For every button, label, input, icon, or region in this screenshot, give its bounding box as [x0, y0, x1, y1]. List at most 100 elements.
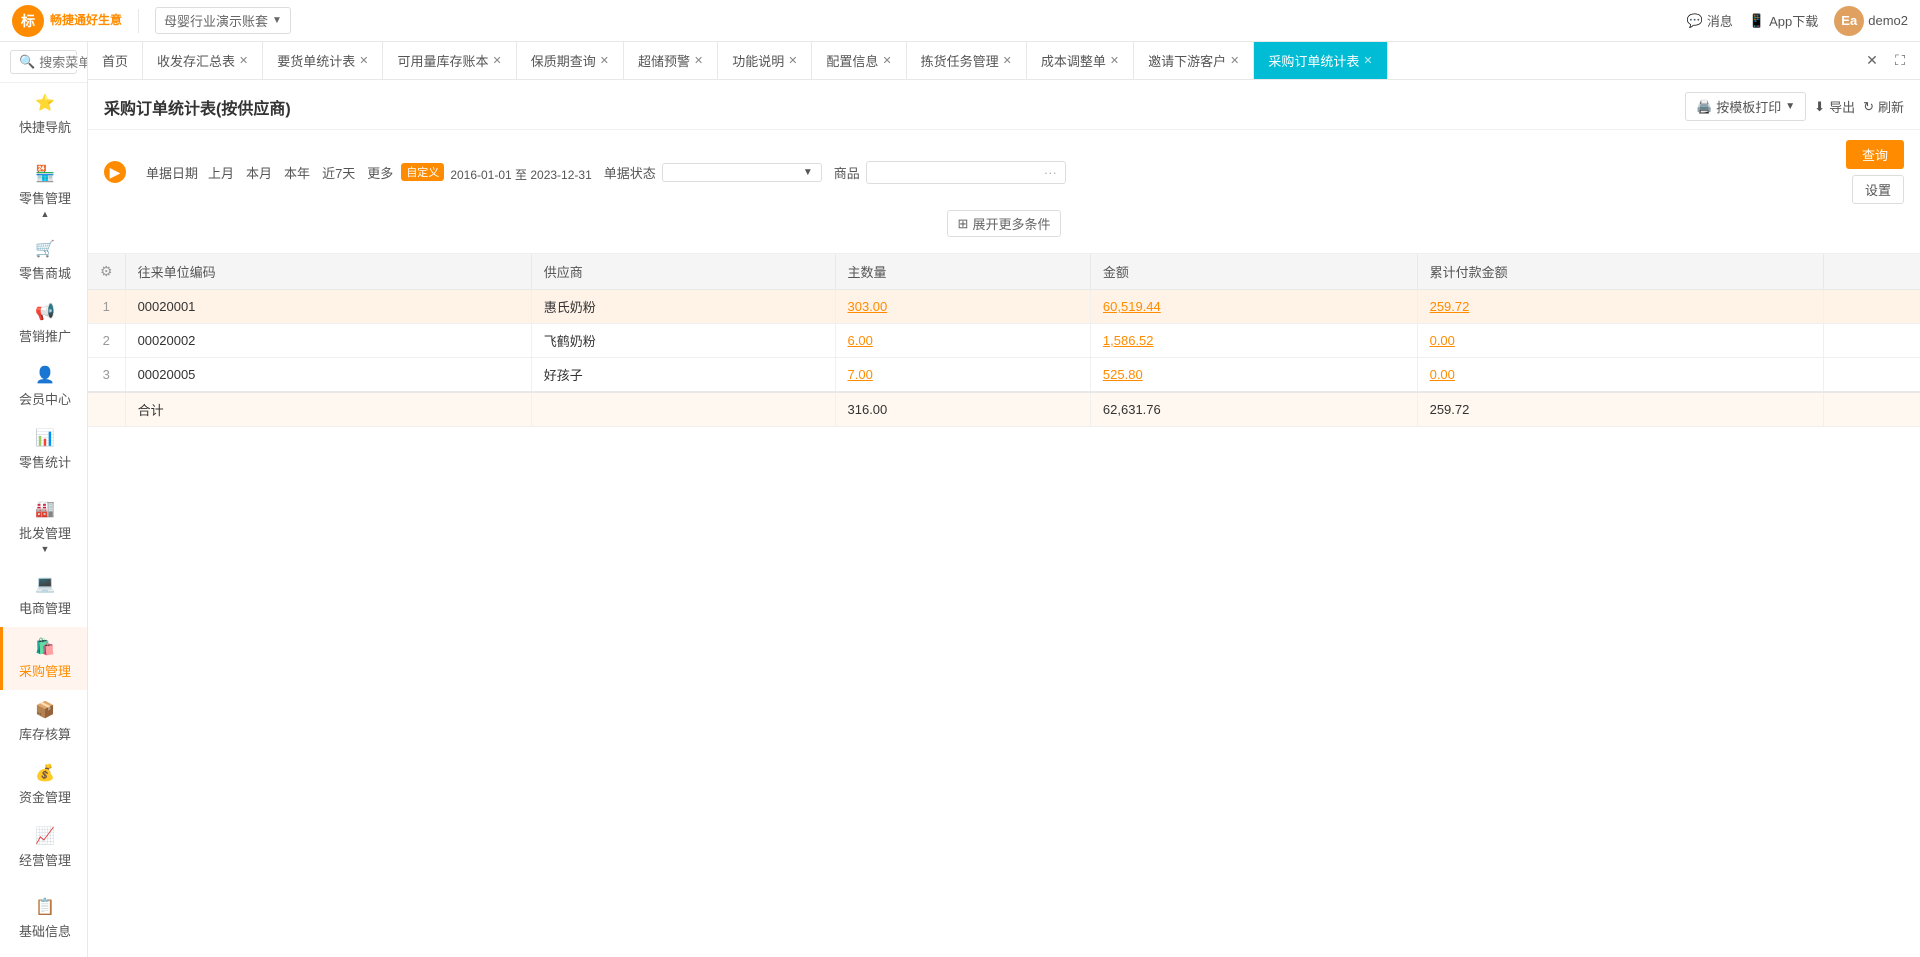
table-row: 2 00020002 飞鹤奶粉 6.00 1,586.52 0.00	[88, 324, 1920, 358]
sidebar-item-system[interactable]: ⚙️ 系统管理	[0, 950, 87, 957]
purchase-icon: 🛍️	[35, 637, 55, 657]
filter-toggle-button[interactable]: ▶	[104, 161, 126, 183]
tab-overstock[interactable]: 超储预警 ✕	[624, 42, 718, 80]
tab-home[interactable]: 首页	[88, 42, 143, 80]
sidebar-item-inventory[interactable]: 📦 库存核算	[0, 690, 87, 753]
date-custom-tag[interactable]: 自定义	[401, 163, 444, 181]
row-qty: 303.00	[835, 290, 1090, 324]
tab-close-all-button[interactable]: ✕	[1860, 49, 1884, 73]
retail-mgmt-icon: 🏪	[35, 164, 55, 184]
th-qty: 主数量	[835, 254, 1090, 290]
row-supplier: 好孩子	[531, 358, 835, 393]
retail-mgmt-arrow: ▲	[41, 209, 50, 219]
export-button[interactable]: ⬇ 导出	[1814, 97, 1855, 116]
tab-purchase-order-summary-label: 采购订单统计表	[1268, 51, 1359, 70]
workspace-selector[interactable]: 母婴行业演示账套 ▼	[155, 7, 291, 34]
tab-available-stock[interactable]: 可用量库存账本 ✕	[383, 42, 516, 80]
top-bar-left: 标 畅捷通好生意 母婴行业演示账套 ▼	[12, 5, 291, 37]
tab-available-stock-close[interactable]: ✕	[493, 54, 502, 67]
tab-picking-task-close[interactable]: ✕	[1003, 54, 1012, 67]
tab-function-desc[interactable]: 功能说明 ✕	[718, 42, 812, 80]
tab-end-buttons: ✕ ⛶	[1852, 49, 1920, 73]
tab-overstock-close[interactable]: ✕	[694, 54, 703, 67]
date-btn-this-month[interactable]: 本月	[242, 161, 276, 184]
operations-label: 经营管理	[19, 850, 71, 869]
gear-icon[interactable]: ⚙	[100, 263, 113, 279]
footer-qty: 316.00	[835, 392, 1090, 427]
status-select[interactable]: ▼	[662, 163, 822, 182]
tab-invite-downstream-close[interactable]: ✕	[1230, 54, 1239, 67]
filter-status-group: 单据状态 ▼	[604, 163, 822, 182]
tab-order-summary-close[interactable]: ✕	[359, 54, 368, 67]
footer-empty-2	[531, 392, 835, 427]
retail-shop-label: 零售商城	[19, 263, 71, 282]
tab-receive-summary-close[interactable]: ✕	[239, 54, 248, 67]
refresh-button[interactable]: ↻ 刷新	[1863, 97, 1904, 116]
product-input[interactable]: ···	[866, 161, 1066, 184]
table-row: 1 00020001 惠氏奶粉 303.00 60,519.44 259.72	[88, 290, 1920, 324]
row-extra	[1823, 290, 1920, 324]
tab-order-summary[interactable]: 要货单统计表 ✕	[263, 42, 383, 80]
tab-purchase-order-summary[interactable]: 采购订单统计表 ✕	[1254, 42, 1387, 80]
sidebar-item-basic-info[interactable]: 📋 基础信息	[0, 887, 87, 950]
sidebar-item-operations[interactable]: 📈 经营管理	[0, 816, 87, 879]
app-download-button[interactable]: 📱 App下载	[1749, 11, 1818, 30]
page-title: 采购订单统计表(按供应商)	[104, 95, 291, 119]
th-amount: 金额	[1090, 254, 1417, 290]
footer-label: 合计	[125, 392, 531, 427]
tab-expiry-query-close[interactable]: ✕	[600, 54, 609, 67]
sidebar-item-marketing[interactable]: 📢 营销推广	[0, 292, 87, 355]
sidebar-item-retail-management[interactable]: 🏪 零售管理 ▲	[0, 154, 87, 229]
sidebar-item-retail-stats[interactable]: 📊 零售统计	[0, 418, 87, 481]
wholesale-arrow: ▼	[41, 544, 50, 554]
query-button[interactable]: 查询	[1846, 140, 1904, 169]
tab-config-info[interactable]: 配置信息 ✕	[812, 42, 906, 80]
sidebar-item-purchase[interactable]: 🛍️ 采购管理	[0, 627, 87, 690]
tab-maximize-button[interactable]: ⛶	[1888, 49, 1912, 73]
settings-button[interactable]: 设置	[1852, 175, 1904, 204]
th-code: 往来单位编码	[125, 254, 531, 290]
message-icon: 💬	[1687, 13, 1703, 29]
tab-cost-adjust[interactable]: 成本调整单 ✕	[1027, 42, 1134, 80]
tab-config-info-close[interactable]: ✕	[882, 54, 891, 67]
workspace-name: 母婴行业演示账套	[164, 11, 268, 30]
tab-expiry-query[interactable]: 保质期查询 ✕	[517, 42, 624, 80]
tab-config-info-label: 配置信息	[826, 51, 878, 70]
tab-function-desc-close[interactable]: ✕	[788, 54, 797, 67]
search-input-wrap[interactable]: 🔍	[10, 50, 77, 74]
product-more-icon: ···	[1044, 165, 1057, 180]
tab-receive-summary[interactable]: 收发存汇总表 ✕	[143, 42, 263, 80]
tab-purchase-order-summary-close[interactable]: ✕	[1363, 54, 1372, 67]
filter-product-group: 商品 ···	[834, 161, 1066, 184]
tab-invite-downstream-label: 邀请下游客户	[1148, 51, 1226, 70]
print-button[interactable]: 🖨️ 按模板打印 ▼	[1685, 92, 1806, 121]
sidebar-item-finance[interactable]: 💰 资金管理	[0, 753, 87, 816]
date-btn-last-month[interactable]: 上月	[204, 161, 238, 184]
sidebar-item-ecommerce[interactable]: 💻 电商管理	[0, 564, 87, 627]
row-amount: 1,586.52	[1090, 324, 1417, 358]
date-btn-more[interactable]: 更多	[363, 161, 397, 184]
tab-cost-adjust-close[interactable]: ✕	[1110, 54, 1119, 67]
user-area[interactable]: Ea demo2	[1834, 6, 1908, 36]
tab-cost-adjust-label: 成本调整单	[1041, 51, 1106, 70]
tab-available-stock-label: 可用量库存账本	[397, 51, 488, 70]
message-button[interactable]: 💬 消息	[1687, 11, 1733, 30]
sidebar-item-wholesale[interactable]: 🏭 批发管理 ▼	[0, 489, 87, 564]
row-supplier: 飞鹤奶粉	[531, 324, 835, 358]
finance-icon: 💰	[35, 763, 55, 783]
search-input[interactable]	[39, 55, 88, 70]
date-shortcuts: 上月 本月 本年 近7天 更多 自定义	[204, 161, 444, 184]
date-btn-this-year[interactable]: 本年	[280, 161, 314, 184]
sidebar-item-shortcut[interactable]: ⭐ 快捷导航	[0, 83, 87, 146]
expand-button[interactable]: ⊞ 展开更多条件	[947, 210, 1062, 237]
tab-receive-summary-label: 收发存汇总表	[157, 51, 235, 70]
row-paid: 259.72	[1417, 290, 1823, 324]
header-actions: 🖨️ 按模板打印 ▼ ⬇ 导出 ↻ 刷新	[1685, 92, 1904, 121]
date-btn-last-7-days[interactable]: 近7天	[318, 161, 359, 184]
tab-invite-downstream[interactable]: 邀请下游客户 ✕	[1134, 42, 1254, 80]
tab-picking-task[interactable]: 拣货任务管理 ✕	[907, 42, 1027, 80]
sidebar-item-member[interactable]: 👤 会员中心	[0, 355, 87, 418]
table-row: 3 00020005 好孩子 7.00 525.80 0.00	[88, 358, 1920, 393]
sidebar-item-retail-shop[interactable]: 🛒 零售商城	[0, 229, 87, 292]
status-select-arrow: ▼	[803, 167, 813, 178]
